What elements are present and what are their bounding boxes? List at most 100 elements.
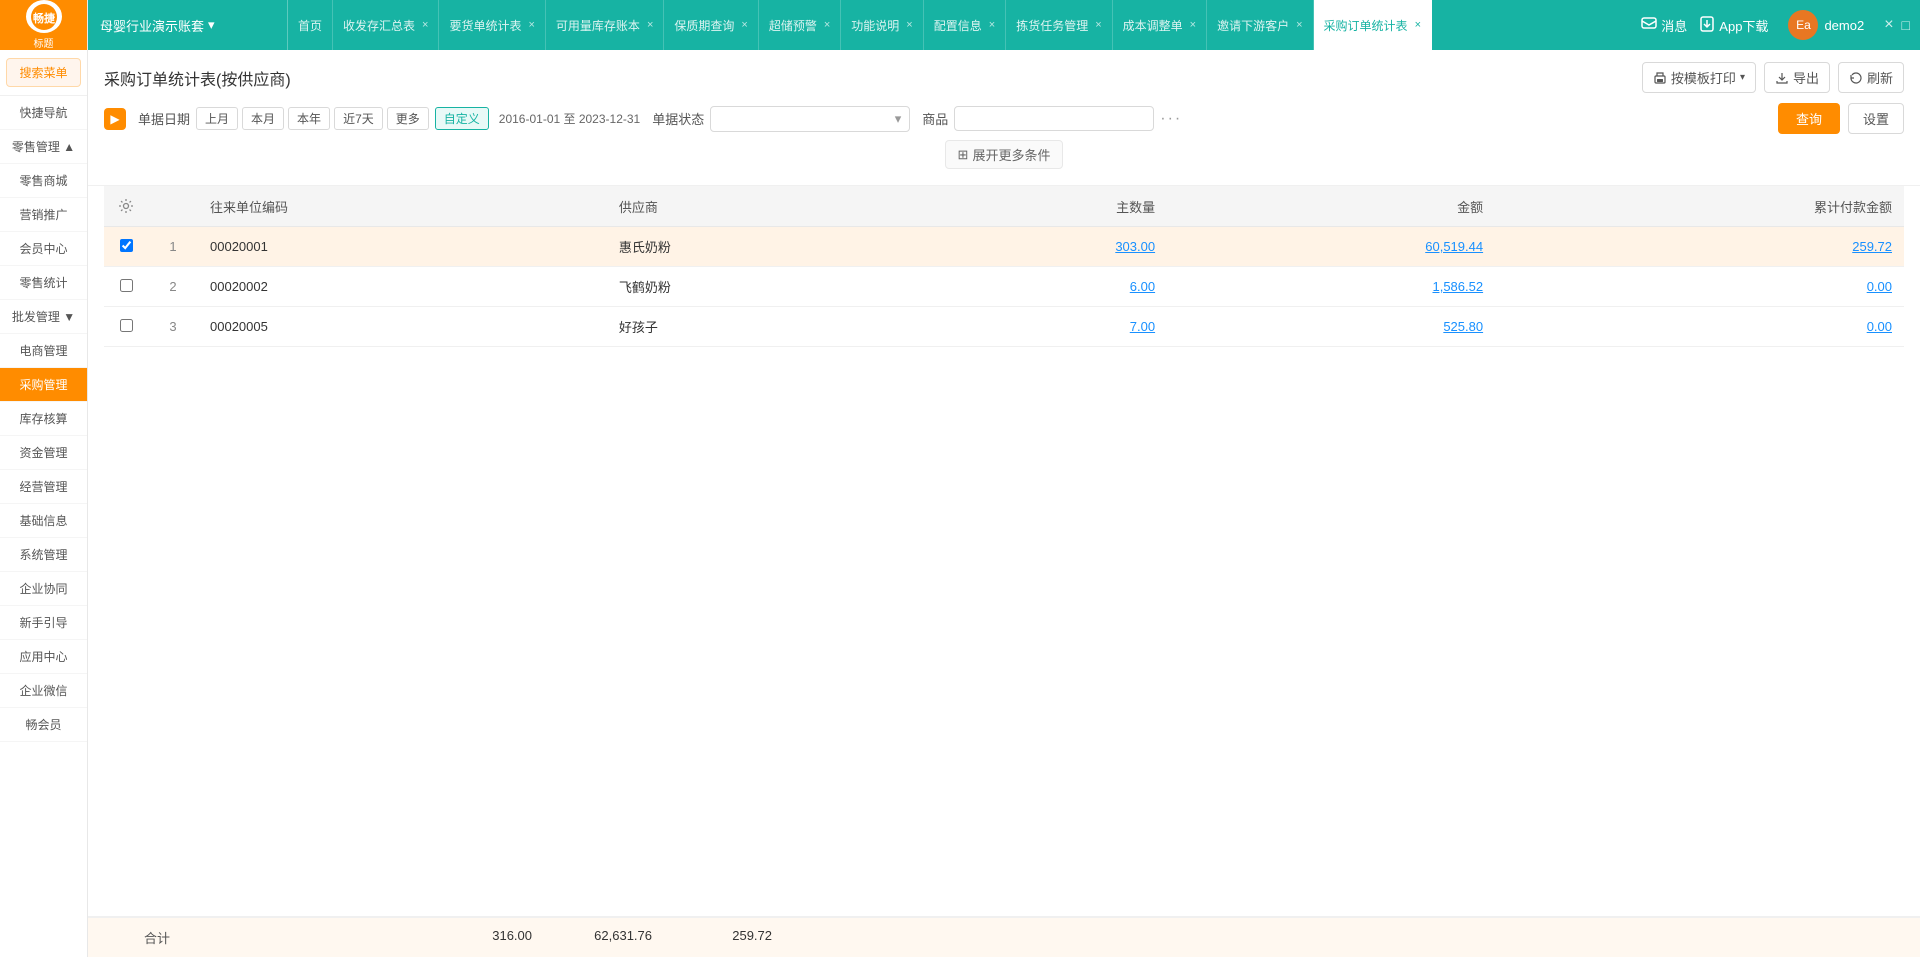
sidebar-item-enterprise[interactable]: 企业协同 — [0, 572, 87, 606]
tab-close-icon[interactable]: × — [528, 19, 534, 31]
sidebar-item-purchase[interactable]: 采购管理 — [0, 368, 87, 402]
search-menu-button[interactable]: 搜索菜单 — [6, 58, 81, 87]
window-close-button[interactable]: × — [1884, 16, 1893, 34]
col-amount-header: 金额 — [1167, 186, 1495, 227]
date-btn-last-month[interactable]: 上月 — [196, 107, 238, 130]
message-button[interactable]: 消息 — [1641, 16, 1687, 35]
tab-close-icon[interactable]: × — [741, 19, 747, 31]
date-range-display: 2016-01-01 至 2023-12-31 — [499, 110, 640, 127]
table-row[interactable]: 2 00020002 飞鹤奶粉 6.00 1,586.52 0.00 — [104, 267, 1904, 307]
export-button[interactable]: 导出 — [1764, 62, 1830, 93]
row-select-checkbox[interactable] — [120, 279, 133, 292]
sidebar-item-label: 资金管理 — [19, 446, 67, 460]
sidebar-item-enterprise-wechat[interactable]: 企业微信 — [0, 674, 87, 708]
tab-close-icon[interactable]: × — [824, 19, 830, 31]
sidebar-item-label: 零售统计 — [19, 276, 67, 290]
tab-available-stock[interactable]: 可用量库存账本 × — [546, 0, 664, 50]
tab-close-icon[interactable]: × — [1296, 19, 1302, 31]
row-amount[interactable]: 525.80 — [1167, 307, 1495, 347]
tab-label: 功能说明 — [851, 17, 899, 34]
column-config-icon[interactable] — [116, 196, 136, 216]
data-table: 往来单位编码 供应商 主数量 金额 累计付款金额 1 00020001 — [104, 186, 1904, 347]
date-btn-last-7-days[interactable]: 近7天 — [334, 107, 383, 130]
tab-home[interactable]: 首页 — [288, 0, 333, 50]
data-table-area: 往来单位编码 供应商 主数量 金额 累计付款金额 1 00020001 — [88, 186, 1920, 916]
sidebar-item-app-center[interactable]: 应用中心 — [0, 640, 87, 674]
workspace-selector[interactable]: 母婴行业演示账套 ▾ — [88, 0, 288, 50]
export-icon — [1775, 71, 1789, 85]
row-checkbox[interactable] — [104, 227, 148, 267]
window-maximize-button[interactable]: □ — [1902, 17, 1910, 33]
filter-row-main: ▶ 单据日期 上月 本月 本年 近7天 更多 自定义 2016-01-01 至 … — [104, 103, 1904, 134]
summary-qty: 316.00 — [424, 928, 544, 947]
sidebar-item-retail-stat[interactable]: 零售统计 — [0, 266, 87, 300]
page-title: 采购订单统计表(按供应商) — [104, 66, 291, 90]
tab-invite-customer[interactable]: 邀请下游客户 × — [1207, 0, 1313, 50]
sidebar-item-retail-store[interactable]: 零售商城 — [0, 164, 87, 198]
goods-search-input[interactable] — [954, 106, 1154, 131]
date-btn-this-month[interactable]: 本月 — [242, 107, 284, 130]
row-amount[interactable]: 60,519.44 — [1167, 227, 1495, 267]
query-button[interactable]: 查询 — [1778, 103, 1840, 134]
sidebar-item-label: 畅会员 — [25, 718, 61, 732]
sidebar-item-operations[interactable]: 经营管理 — [0, 470, 87, 504]
tab-overstock-warn[interactable]: 超储预警 × — [759, 0, 841, 50]
tab-goods-stat[interactable]: 要货单统计表 × — [439, 0, 545, 50]
tab-pick-task[interactable]: 拣货任务管理 × — [1006, 0, 1112, 50]
expand-more-button[interactable]: ⊞ 展开更多条件 — [945, 140, 1064, 169]
settings-button[interactable]: 设置 — [1848, 103, 1904, 134]
tab-collect-send[interactable]: 收发存汇总表 × — [333, 0, 439, 50]
date-btn-more[interactable]: 更多 — [387, 107, 429, 130]
goods-filter-group: 商品 ··· — [922, 106, 1182, 131]
sidebar-item-member[interactable]: 会员中心 — [0, 232, 87, 266]
sidebar-item-basic-info[interactable]: 基础信息 — [0, 504, 87, 538]
sidebar-item-new-guide[interactable]: 新手引导 — [0, 606, 87, 640]
table-row[interactable]: 3 00020005 好孩子 7.00 525.80 0.00 — [104, 307, 1904, 347]
row-select-checkbox[interactable] — [120, 319, 133, 332]
row-select-checkbox[interactable] — [120, 239, 133, 252]
tab-shelf-query[interactable]: 保质期查询 × — [664, 0, 758, 50]
sidebar-item-ecommerce[interactable]: 电商管理 — [0, 334, 87, 368]
status-filter-group: 单据状态 ▾ — [652, 106, 910, 132]
tab-close-icon[interactable]: × — [1415, 19, 1421, 31]
refresh-button[interactable]: 刷新 — [1838, 62, 1904, 93]
sidebar-item-retail-manage[interactable]: 零售管理 ▲ — [0, 130, 87, 164]
sidebar-item-system[interactable]: 系统管理 — [0, 538, 87, 572]
sidebar-item-inventory[interactable]: 库存核算 — [0, 402, 87, 436]
row-qty[interactable]: 303.00 — [912, 227, 1168, 267]
tab-close-icon[interactable]: × — [1095, 19, 1101, 31]
sidebar-item-label: 企业微信 — [19, 684, 67, 698]
tab-config-info[interactable]: 配置信息 × — [924, 0, 1006, 50]
user-menu[interactable]: Ea demo2 — [1778, 10, 1874, 40]
row-paid[interactable]: 259.72 — [1495, 227, 1904, 267]
row-qty[interactable]: 6.00 — [912, 267, 1168, 307]
tab-close-icon[interactable]: × — [906, 19, 912, 31]
row-amount[interactable]: 1,586.52 — [1167, 267, 1495, 307]
sidebar-item-marketing[interactable]: 营销推广 — [0, 198, 87, 232]
app-download-button[interactable]: App下载 — [1699, 16, 1768, 35]
sidebar-item-quicknav[interactable]: 快捷导航 — [0, 96, 87, 130]
tab-close-icon[interactable]: × — [422, 19, 428, 31]
tab-close-icon[interactable]: × — [647, 19, 653, 31]
row-checkbox[interactable] — [104, 267, 148, 307]
print-button[interactable]: 按模板打印 ▾ — [1642, 62, 1756, 93]
print-icon — [1653, 71, 1667, 85]
sidebar-item-finance[interactable]: 资金管理 — [0, 436, 87, 470]
row-paid[interactable]: 0.00 — [1495, 267, 1904, 307]
row-paid[interactable]: 0.00 — [1495, 307, 1904, 347]
date-btn-this-year[interactable]: 本年 — [288, 107, 330, 130]
tab-cost-adjust[interactable]: 成本调整单 × — [1113, 0, 1207, 50]
row-qty[interactable]: 7.00 — [912, 307, 1168, 347]
tab-func-desc[interactable]: 功能说明 × — [841, 0, 923, 50]
status-select[interactable]: ▾ — [710, 106, 910, 132]
row-checkbox[interactable] — [104, 307, 148, 347]
table-row[interactable]: 1 00020001 惠氏奶粉 303.00 60,519.44 259.72 — [104, 227, 1904, 267]
date-custom-button[interactable]: 自定义 — [435, 107, 489, 130]
goods-more-button[interactable]: ··· — [1160, 110, 1182, 128]
sidebar-item-vip[interactable]: 畅会员 — [0, 708, 87, 742]
tab-purchase-stat[interactable]: 采购订单统计表 × — [1314, 0, 1432, 50]
tab-close-icon[interactable]: × — [989, 19, 995, 31]
filter-toggle-button[interactable]: ▶ — [104, 108, 126, 130]
tab-close-icon[interactable]: × — [1190, 19, 1196, 31]
sidebar-item-batch-manage[interactable]: 批发管理 ▼ — [0, 300, 87, 334]
